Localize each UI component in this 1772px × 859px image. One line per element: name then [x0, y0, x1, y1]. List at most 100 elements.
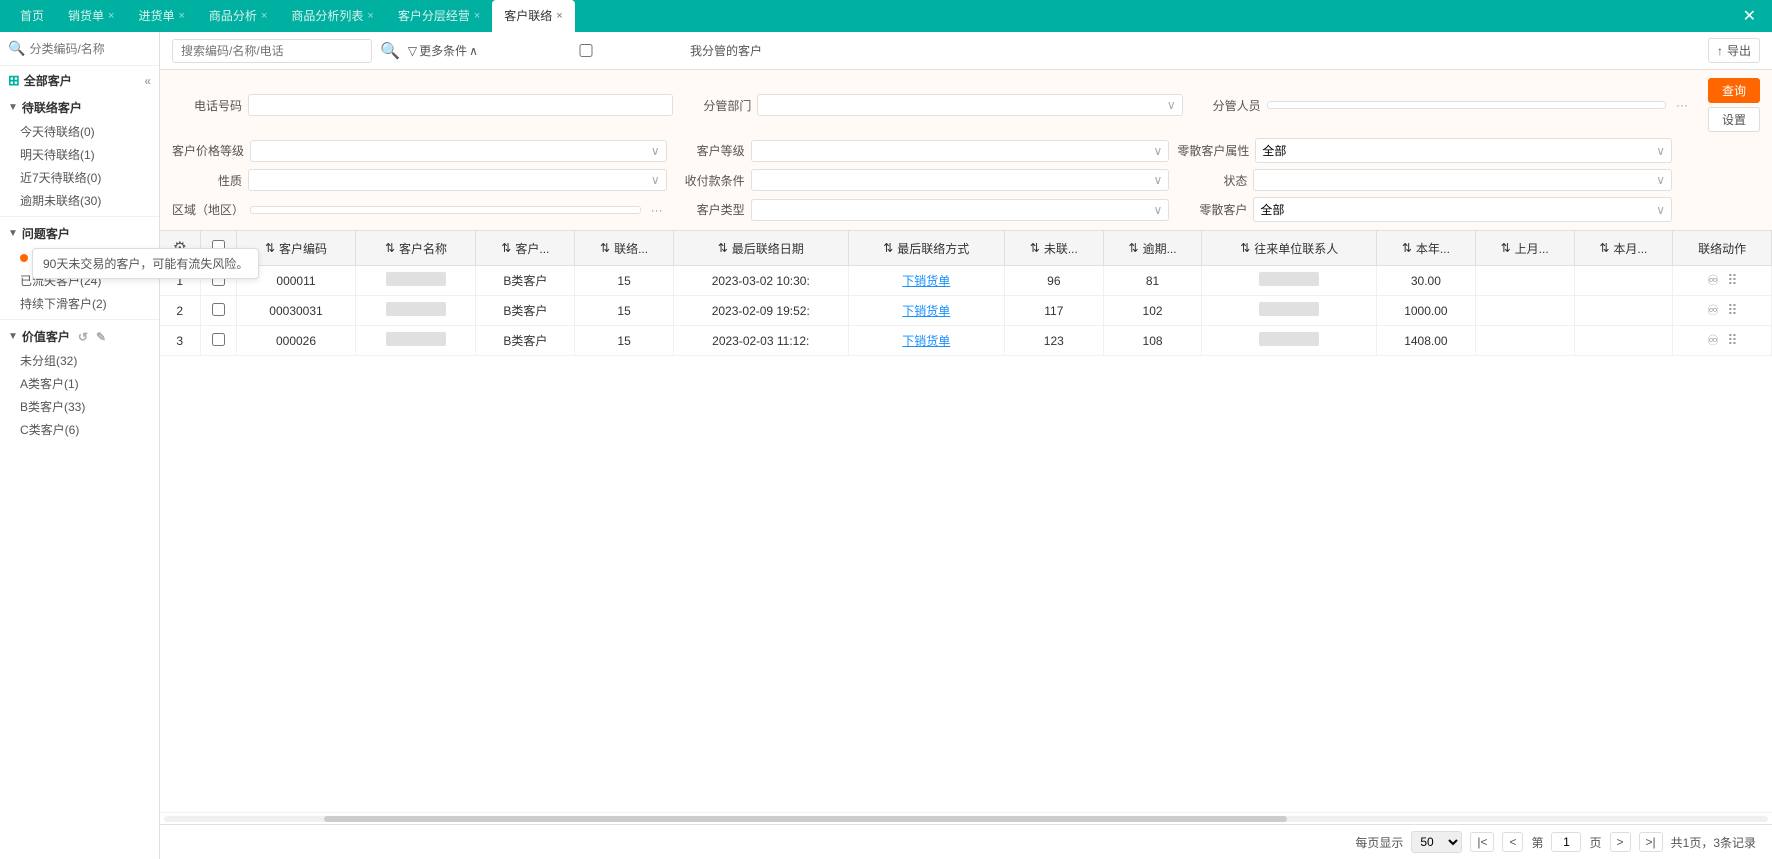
- tab-purchase-order[interactable]: 进货单 ×: [126, 0, 196, 32]
- chevron-up-icon: ∧: [469, 44, 478, 58]
- sidebar-item-7days-contact[interactable]: 近7天待联络(0): [0, 166, 159, 189]
- th-overdue-sort-icon: ⇅: [1129, 241, 1139, 255]
- close-product-analysis-list-icon[interactable]: ×: [367, 0, 373, 32]
- search-icon[interactable]: 🔍: [380, 41, 400, 61]
- next-page-btn[interactable]: >: [1610, 832, 1631, 852]
- filter-row-1: 电话号码 分管部门 ∨ 分管人员 ···: [172, 78, 1760, 132]
- query-button[interactable]: 查询: [1708, 78, 1760, 103]
- dept-select[interactable]: ∨: [757, 94, 1182, 116]
- tab-product-analysis[interactable]: 商品分析 ×: [197, 0, 279, 32]
- row-checkbox-3[interactable]: [212, 333, 225, 346]
- blurred-unit-3: [1259, 332, 1319, 346]
- horizontal-scrollbar[interactable]: [160, 812, 1772, 824]
- page-input[interactable]: [1551, 832, 1581, 852]
- scrollbar-thumb[interactable]: [324, 816, 1286, 822]
- td-code-3: 000026: [236, 326, 356, 356]
- more-icon-1[interactable]: ⠿: [1727, 272, 1737, 289]
- zero-retail-select[interactable]: 全部 ∨: [1253, 197, 1672, 222]
- filter-row-2: 客户价格等级 ∨ 客户等级 ∨ 零散客户属性 全部: [172, 138, 1760, 163]
- row-checkbox-2[interactable]: [212, 303, 225, 316]
- payment-select[interactable]: ∨: [751, 169, 1170, 191]
- filter-dept: 分管部门 ∨: [681, 94, 1182, 116]
- prev-page-btn[interactable]: <: [1502, 832, 1523, 852]
- group-problem-customers[interactable]: ▼ 问题客户: [0, 221, 159, 246]
- per-page-select[interactable]: 50 100: [1411, 831, 1462, 853]
- search-input[interactable]: [172, 39, 372, 63]
- method-link-1[interactable]: 下销货单: [902, 274, 950, 288]
- group-pending-contact[interactable]: ▼ 待联络客户: [0, 95, 159, 120]
- sidebar-item-tomorrow-contact[interactable]: 明天待联络(1): [0, 143, 159, 166]
- edit-icon[interactable]: ✎: [96, 330, 106, 344]
- close-sales-order-icon[interactable]: ×: [108, 0, 114, 32]
- first-page-btn[interactable]: |<: [1470, 832, 1494, 852]
- status-select[interactable]: ∨: [1253, 169, 1672, 191]
- th-contact-sort-icon: ⇅: [600, 241, 610, 255]
- sidebar-item-class-c[interactable]: C类客户(6): [0, 418, 159, 441]
- sidebar-item-today-contact[interactable]: 今天待联络(0): [0, 120, 159, 143]
- more-icon-3[interactable]: ⠿: [1727, 332, 1737, 349]
- all-customers-header[interactable]: ⊞ 全部客户 «: [0, 66, 159, 95]
- payment-label: 收付款条件: [675, 172, 745, 189]
- close-product-analysis-icon[interactable]: ×: [261, 0, 267, 32]
- tab-bar: 首页 销货单 × 进货单 × 商品分析 × 商品分析列表 × 客户分层经营 × …: [0, 0, 1772, 32]
- td-unit-1: [1202, 266, 1377, 296]
- th-date-sort-icon: ⇅: [718, 241, 728, 255]
- tab-customer-contact[interactable]: 客户联络 ×: [492, 0, 574, 32]
- filter-btn[interactable]: ▽ 更多条件 ∧: [408, 42, 478, 59]
- th-unit-sort-icon: ⇅: [1240, 241, 1250, 255]
- sidebar-item-ungrouped[interactable]: 未分组(32): [0, 349, 159, 372]
- contact-icon-1[interactable]: ♾: [1707, 272, 1720, 289]
- td-action-1: ♾ ⠿: [1673, 266, 1772, 296]
- method-link-3[interactable]: 下销货单: [902, 334, 950, 348]
- sidebar-search-input[interactable]: [29, 42, 160, 56]
- tab-home[interactable]: 首页: [8, 0, 56, 32]
- export-button[interactable]: ↑ 导出: [1708, 38, 1760, 63]
- sidebar-search-container: 🔍: [0, 32, 159, 66]
- pagination-bar: 每页显示 50 100 |< < 第 页 > >| 共1页，3条记录: [160, 824, 1772, 859]
- person-label: 分管人员: [1191, 97, 1261, 114]
- refresh-icon[interactable]: ↺: [78, 330, 88, 344]
- zero-retail-label: 零散客户: [1177, 201, 1247, 218]
- total-label: 页: [1589, 834, 1601, 851]
- close-purchase-order-icon[interactable]: ×: [178, 0, 184, 32]
- contact-icon-3[interactable]: ♾: [1707, 332, 1720, 349]
- group-arrow-icon: ▼: [8, 102, 18, 113]
- more-icon-2[interactable]: ⠿: [1727, 302, 1737, 319]
- filter-phone: 电话号码: [172, 94, 673, 116]
- method-link-2[interactable]: 下销货单: [902, 304, 950, 318]
- td-contact-3: 15: [575, 326, 674, 356]
- tab-sales-order[interactable]: 销货单 ×: [56, 0, 126, 32]
- td-name-3: [356, 326, 476, 356]
- region-more-icon[interactable]: ···: [647, 203, 667, 217]
- sidebar-item-overdue-contact[interactable]: 逾期未联络(30): [0, 189, 159, 212]
- td-lastmonth-1: [1475, 266, 1574, 296]
- td-thismonth-3: [1574, 326, 1673, 356]
- phone-input[interactable]: [248, 94, 673, 116]
- gender-select[interactable]: ∨: [248, 169, 667, 191]
- customer-level-select[interactable]: ∨: [751, 140, 1170, 162]
- region-select[interactable]: [250, 206, 641, 214]
- contact-icon-2[interactable]: ♾: [1707, 302, 1720, 319]
- price-level-select[interactable]: ∨: [250, 140, 667, 162]
- sidebar-collapse-icon[interactable]: «: [144, 74, 151, 88]
- th-last-contact-method: ⇅ 最后联络方式: [848, 231, 1004, 266]
- settings-button[interactable]: 设置: [1708, 107, 1760, 132]
- sidebar-item-declining[interactable]: 持续下滑客户(2): [0, 292, 159, 315]
- zero-retail-attr-select[interactable]: 全部 ∨: [1255, 138, 1672, 163]
- person-more-icon[interactable]: ···: [1672, 98, 1692, 112]
- main-layout: 🔍 ⊞ 全部客户 « ▼ 待联络客户 今天待联络(0) 明天待联络(1) 近7天…: [0, 32, 1772, 859]
- customer-type-select[interactable]: ∨: [751, 199, 1170, 221]
- sidebar-item-class-b[interactable]: B类客户(33): [0, 395, 159, 418]
- close-customer-tier-icon[interactable]: ×: [474, 0, 480, 32]
- person-select[interactable]: [1267, 101, 1666, 109]
- blurred-name-1: [386, 272, 446, 286]
- tab-customer-tier[interactable]: 客户分层经营 ×: [386, 0, 492, 32]
- close-customer-contact-icon[interactable]: ×: [556, 0, 562, 32]
- group-value-customers[interactable]: ▼ 价值客户 ↺ ✎: [0, 324, 159, 349]
- tab-product-analysis-list[interactable]: 商品分析列表 ×: [279, 0, 385, 32]
- my-customers-checkbox[interactable]: [486, 44, 686, 57]
- sidebar-item-class-a[interactable]: A类客户(1): [0, 372, 159, 395]
- my-customers-filter[interactable]: 我分管的客户: [486, 42, 762, 59]
- last-page-btn[interactable]: >|: [1639, 832, 1663, 852]
- close-app-icon[interactable]: ✕: [1735, 6, 1764, 26]
